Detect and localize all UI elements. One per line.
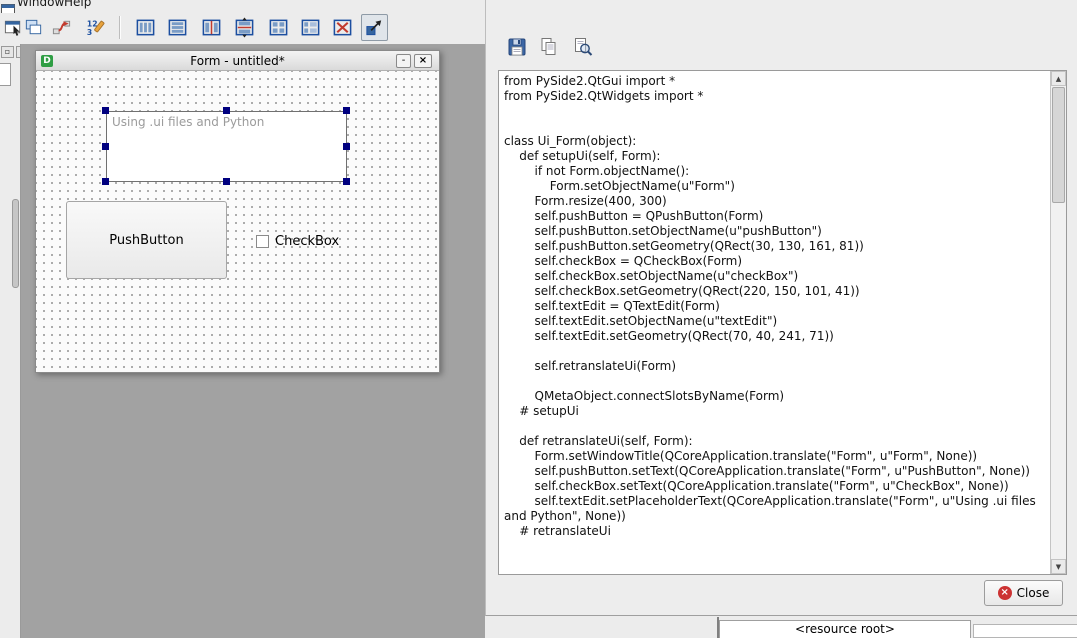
qt-designer-screen: Window Help 123 ▫ × xyxy=(0,0,1077,638)
tab-order-editor-icon[interactable]: 123 xyxy=(82,14,109,41)
svg-text:3: 3 xyxy=(87,28,92,37)
app-window-icon xyxy=(1,0,15,11)
form-window: D Form - untitled* - × Using .ui files a… xyxy=(35,50,440,373)
code-scrollbar[interactable]: ▲ ▼ xyxy=(1050,71,1066,574)
selection-handle-bottom-right[interactable] xyxy=(343,178,350,185)
form-canvas[interactable]: Using .ui files and Python PushButton Ch… xyxy=(36,71,439,372)
textedit-placeholder: Using .ui files and Python xyxy=(107,112,346,132)
selection-handle-mid-right[interactable] xyxy=(343,143,350,150)
resource-panel-fragment xyxy=(973,624,1077,638)
selection-handle-mid-left[interactable] xyxy=(102,143,109,150)
close-button[interactable]: × Close xyxy=(984,580,1063,606)
checkbox-label: CheckBox xyxy=(275,234,339,249)
form-close-button[interactable]: × xyxy=(414,54,432,68)
form-file-icon: D xyxy=(41,55,53,67)
textedit-widget[interactable]: Using .ui files and Python xyxy=(106,111,347,182)
save-icon[interactable] xyxy=(504,34,530,60)
form-title: Form - untitled* xyxy=(36,51,439,71)
scroll-up-icon[interactable]: ▲ xyxy=(1051,71,1066,86)
selection-handle-top-mid[interactable] xyxy=(223,107,230,114)
menu-window[interactable]: Window xyxy=(17,0,64,13)
form-minimize-button[interactable]: - xyxy=(396,54,411,68)
form-titlebar[interactable]: D Form - untitled* - × xyxy=(36,51,439,71)
widget-filter-input[interactable] xyxy=(0,63,11,86)
adjust-size-icon[interactable] xyxy=(361,14,388,41)
layout-vertical-splitter-icon[interactable] xyxy=(231,14,258,41)
layout-vertical-icon[interactable] xyxy=(164,14,191,41)
checkbox-indicator[interactable] xyxy=(256,235,269,248)
checkbox-widget[interactable]: CheckBox xyxy=(256,221,357,262)
scroll-down-icon[interactable]: ▼ xyxy=(1051,559,1066,574)
resource-root-item[interactable]: <resource root> xyxy=(719,620,971,638)
code-preview-dialog: from PySide2.QtGui import * from PySide2… xyxy=(485,0,1077,616)
find-icon[interactable] xyxy=(570,34,596,60)
selection-handle-top-left[interactable] xyxy=(102,107,109,114)
dock-float-button[interactable]: ▫ xyxy=(1,46,14,58)
windows-icon[interactable] xyxy=(20,14,47,41)
toolbar-separator xyxy=(119,16,121,39)
selection-handle-top-right[interactable] xyxy=(343,107,350,114)
menu-help[interactable]: Help xyxy=(64,0,91,13)
copy-icon[interactable] xyxy=(536,34,562,60)
python-code[interactable]: from PySide2.QtGui import * from PySide2… xyxy=(504,74,1048,573)
mdi-area: D Form - untitled* - × Using .ui files a… xyxy=(21,44,485,638)
close-red-icon: × xyxy=(998,586,1012,600)
layout-form-icon[interactable] xyxy=(297,14,324,41)
code-scrollbar-thumb[interactable] xyxy=(1052,87,1065,203)
layout-horizontal-icon[interactable] xyxy=(132,14,159,41)
selection-handle-bottom-left[interactable] xyxy=(102,178,109,185)
menubar: Window Help xyxy=(0,0,480,13)
signal-slot-editor-icon[interactable] xyxy=(48,14,75,41)
selection-handle-bottom-mid[interactable] xyxy=(223,178,230,185)
code-view: from PySide2.QtGui import * from PySide2… xyxy=(498,70,1067,575)
layout-horizontal-splitter-icon[interactable] xyxy=(198,14,225,41)
widgetbox-scrollbar-thumb[interactable] xyxy=(12,199,19,288)
pushbutton-widget[interactable]: PushButton xyxy=(66,201,227,279)
break-layout-icon[interactable] xyxy=(329,14,356,41)
close-button-label: Close xyxy=(1017,586,1050,600)
layout-grid-icon[interactable] xyxy=(265,14,292,41)
